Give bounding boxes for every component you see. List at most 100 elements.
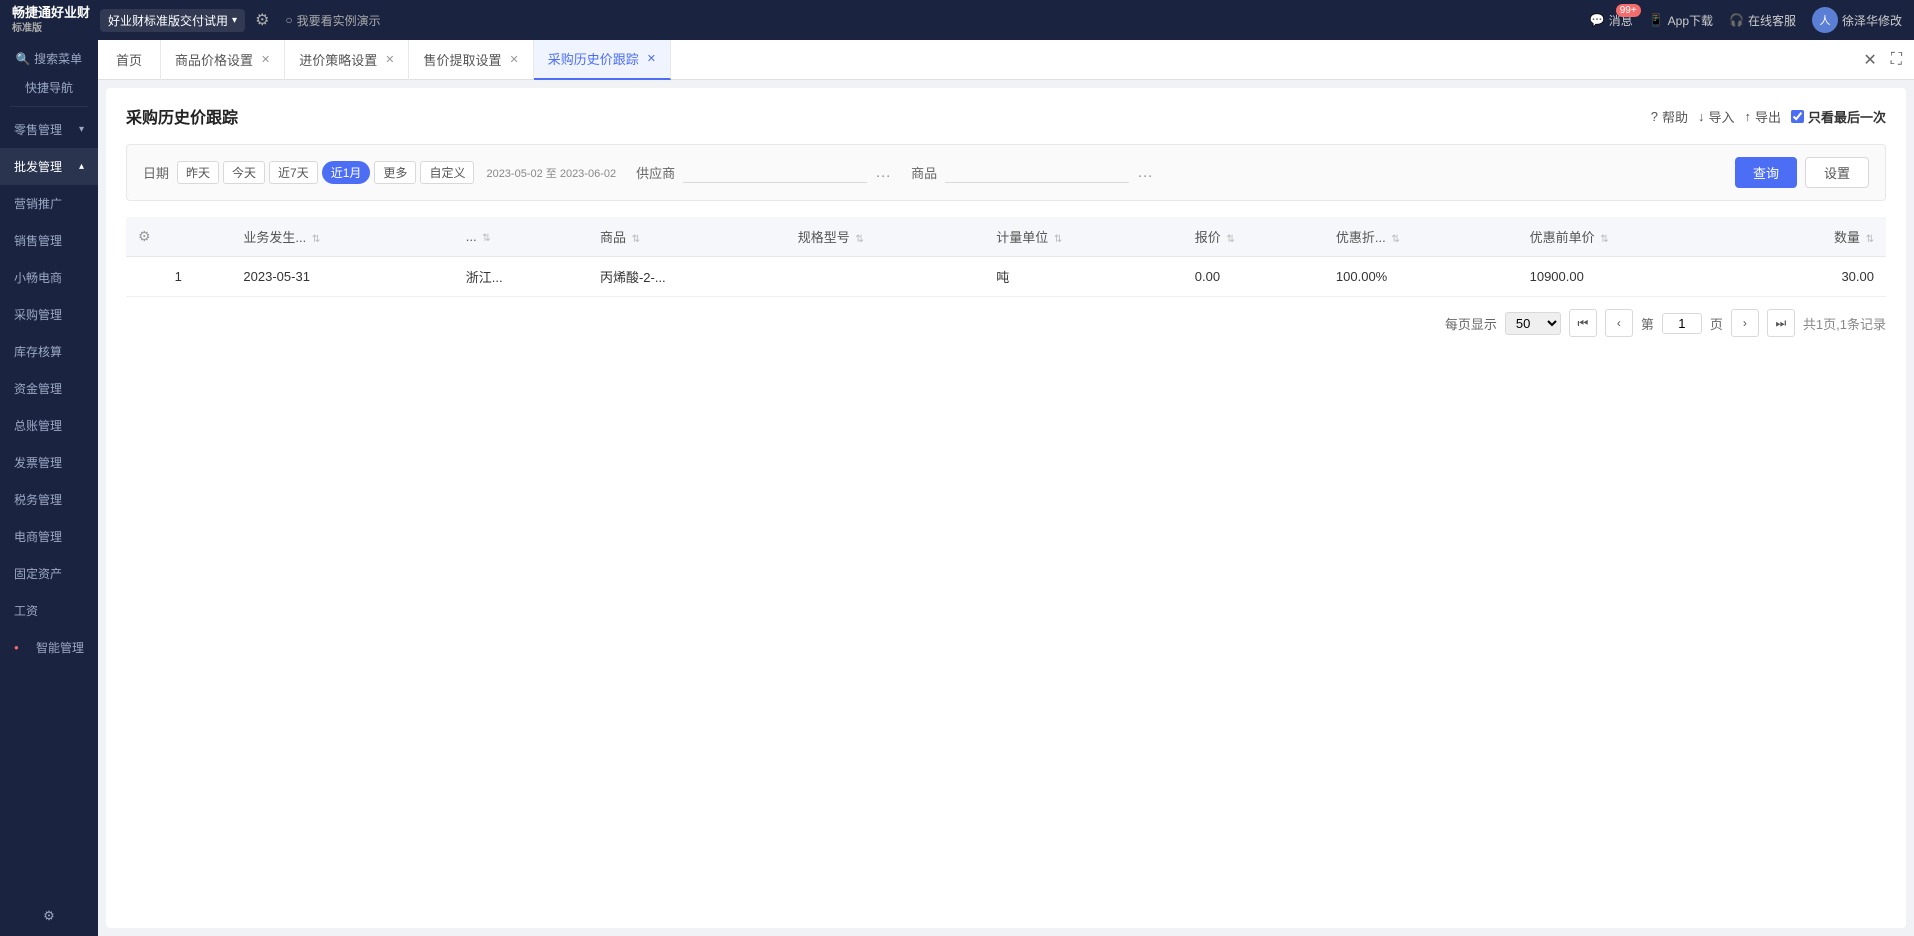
data-table: ⚙ 业务发生... ⇅ ... ⇅ 商品 ⇅ 规格型号	[126, 217, 1886, 297]
app-download-btn[interactable]: 📱 App下载	[1649, 12, 1713, 29]
main-layout: 🔍 搜索菜单 快捷导航 零售管理 ▾ 批发管理 ▴ 营销推广 销售管理 小畅电商…	[0, 40, 1914, 936]
col-spec[interactable]: 规格型号 ⇅	[786, 217, 984, 257]
tab-price[interactable]: 商品价格设置 ✕	[161, 40, 285, 80]
topbar-right: 💬 消息 99+ 📱 App下载 🎧 在线客服 人 徐泽华修改	[1590, 7, 1902, 33]
content-area: 首页 商品价格设置 ✕ 进价策略设置 ✕ 售价提取设置 ✕ 采购历史价跟踪 ✕ …	[98, 40, 1914, 936]
row-settings-cell	[126, 257, 163, 297]
sidebar-gear-btn[interactable]: ⚙	[0, 896, 98, 936]
goods-input[interactable]	[945, 163, 1129, 183]
sidebar-item-retail[interactable]: 零售管理 ▾	[0, 111, 98, 148]
page-input[interactable]	[1662, 313, 1702, 334]
col-unit[interactable]: 计量单位 ⇅	[984, 217, 1182, 257]
table-gear-icon[interactable]: ⚙	[138, 228, 151, 244]
filter-supplier-group: 供应商 …	[636, 163, 891, 183]
sidebar-item-general-ledger[interactable]: 总账管理	[0, 407, 98, 444]
date-btn-more[interactable]: 更多	[374, 161, 416, 184]
sidebar-search[interactable]: 🔍 搜索菜单	[0, 40, 98, 73]
goods-dots[interactable]: …	[1137, 164, 1153, 182]
export-btn[interactable]: ↑ 导出	[1744, 107, 1781, 126]
tab-close-window-btn[interactable]: ✕	[1859, 48, 1880, 72]
goods-label: 商品	[911, 163, 937, 182]
import-btn[interactable]: ↓ 导入	[1698, 107, 1735, 126]
date-btn-last1month[interactable]: 近1月	[322, 161, 371, 184]
settings-gear-icon[interactable]: ⚙	[255, 10, 269, 30]
user-menu[interactable]: 人 徐泽华修改	[1812, 7, 1902, 33]
demo-icon: ○	[285, 13, 292, 27]
sidebar-item-finance[interactable]: 资金管理	[0, 370, 98, 407]
tab-close-icon[interactable]: ✕	[261, 53, 270, 66]
col-business-date[interactable]: 业务发生... ⇅	[231, 217, 453, 257]
col-price[interactable]: 报价 ⇅	[1183, 217, 1324, 257]
date-btn-custom[interactable]: 自定义	[420, 161, 474, 184]
pagination-next-btn[interactable]: ›	[1731, 309, 1759, 337]
sidebar-item-sales[interactable]: 销售管理	[0, 222, 98, 259]
headset-icon: 🎧	[1729, 13, 1744, 27]
message-icon: 💬	[1590, 13, 1605, 27]
setting-button[interactable]: 设置	[1805, 157, 1869, 188]
sidebar-item-purchase[interactable]: 采购管理	[0, 296, 98, 333]
tab-close-icon[interactable]: ✕	[647, 52, 656, 65]
messages-badge: 99+	[1616, 4, 1641, 17]
tab-sale-price[interactable]: 售价提取设置 ✕	[409, 40, 533, 80]
date-btn-last7[interactable]: 近7天	[269, 161, 318, 184]
pagination-first-btn[interactable]: ⏮	[1569, 309, 1597, 337]
page-suffix-label: 页	[1710, 314, 1723, 333]
sidebar-item-fixed-assets[interactable]: 固定资产	[0, 555, 98, 592]
sidebar-item-marketing[interactable]: 营销推广	[0, 185, 98, 222]
row-goods-cell: 丙烯酸-2-...	[588, 257, 786, 297]
sort-icon: ⇅	[1866, 234, 1874, 245]
sort-icon: ⇅	[482, 233, 490, 244]
topbar: 畅捷通好业财 标准版 好业财标准版交付试用 ▾ ⚙ ○ 我要看实例演示 💬 消息…	[0, 0, 1914, 40]
date-btn-yesterday[interactable]: 昨天	[177, 161, 219, 184]
only-last-checkbox[interactable]: 只看最后一次	[1791, 107, 1886, 126]
sort-icon: ⇅	[855, 234, 863, 245]
col-extra[interactable]: ... ⇅	[454, 217, 588, 257]
sidebar-quick-nav[interactable]: 快捷导航	[0, 73, 98, 102]
chevron-icon: ▴	[79, 161, 84, 172]
col-pre-discount-price[interactable]: 优惠前单价 ⇅	[1518, 217, 1745, 257]
per-page-select[interactable]: 20 50 100 200	[1505, 312, 1561, 335]
sidebar-item-tax[interactable]: 税务管理	[0, 481, 98, 518]
table-body: 1 2023-05-31 浙江... 丙烯酸-2-... 吨 0.00 100.…	[126, 257, 1886, 297]
filter-date-group: 日期 昨天 今天 近7天 近1月 更多 自定义 2023-05-02 至 202…	[143, 161, 616, 184]
download-icon: 📱	[1649, 13, 1664, 27]
tab-purchase-strategy[interactable]: 进价策略设置 ✕	[285, 40, 409, 80]
online-service-btn[interactable]: 🎧 在线客服	[1729, 12, 1796, 29]
per-page-label: 每页显示	[1445, 314, 1497, 333]
sidebar-item-ecommerce-small[interactable]: 小畅电商	[0, 259, 98, 296]
page-title-actions: ? 帮助 ↓ 导入 ↑ 导出 只看最后一次	[1651, 107, 1886, 126]
col-quantity[interactable]: 数量 ⇅	[1745, 217, 1886, 257]
sidebar-item-invoice[interactable]: 发票管理	[0, 444, 98, 481]
date-btn-today[interactable]: 今天	[223, 161, 265, 184]
supplier-label: 供应商	[636, 163, 675, 182]
sidebar-item-wholesale[interactable]: 批发管理 ▴	[0, 148, 98, 185]
col-goods[interactable]: 商品 ⇅	[588, 217, 786, 257]
col-no	[163, 217, 232, 257]
supplier-input[interactable]	[683, 163, 867, 183]
pagination-prev-btn[interactable]: ‹	[1605, 309, 1633, 337]
page-prefix-label: 第	[1641, 314, 1654, 333]
version-selector[interactable]: 好业财标准版交付试用 ▾	[100, 9, 245, 32]
sidebar-item-ecommerce[interactable]: 电商管理	[0, 518, 98, 555]
only-last-input[interactable]	[1791, 110, 1804, 123]
pagination-last-btn[interactable]: ⏭	[1767, 309, 1795, 337]
row-pre-discount-price-cell: 10900.00	[1518, 257, 1745, 297]
tab-close-icon[interactable]: ✕	[385, 53, 394, 66]
sidebar-item-inventory[interactable]: 库存核算	[0, 333, 98, 370]
row-discount-cell: 100.00%	[1324, 257, 1518, 297]
messages-btn[interactable]: 💬 消息 99+	[1590, 12, 1633, 29]
tab-purchase-history[interactable]: 采购历史价跟踪 ✕	[534, 40, 671, 80]
help-btn[interactable]: ? 帮助	[1651, 107, 1688, 126]
col-settings[interactable]: ⚙	[126, 217, 163, 257]
col-discount[interactable]: 优惠折... ⇅	[1324, 217, 1518, 257]
tab-expand-btn[interactable]: ⛶	[1887, 49, 1906, 71]
tab-close-icon[interactable]: ✕	[510, 53, 519, 66]
row-no-cell: 1	[163, 257, 232, 297]
demo-link[interactable]: ○ 我要看实例演示	[285, 12, 380, 29]
tab-home[interactable]: 首页	[98, 40, 161, 80]
supplier-dots[interactable]: …	[875, 164, 891, 182]
query-button[interactable]: 查询	[1735, 157, 1797, 188]
sidebar-item-payroll[interactable]: 工资	[0, 592, 98, 629]
help-icon: ?	[1651, 109, 1658, 124]
sidebar-item-smart[interactable]: 智能管理	[0, 629, 98, 666]
